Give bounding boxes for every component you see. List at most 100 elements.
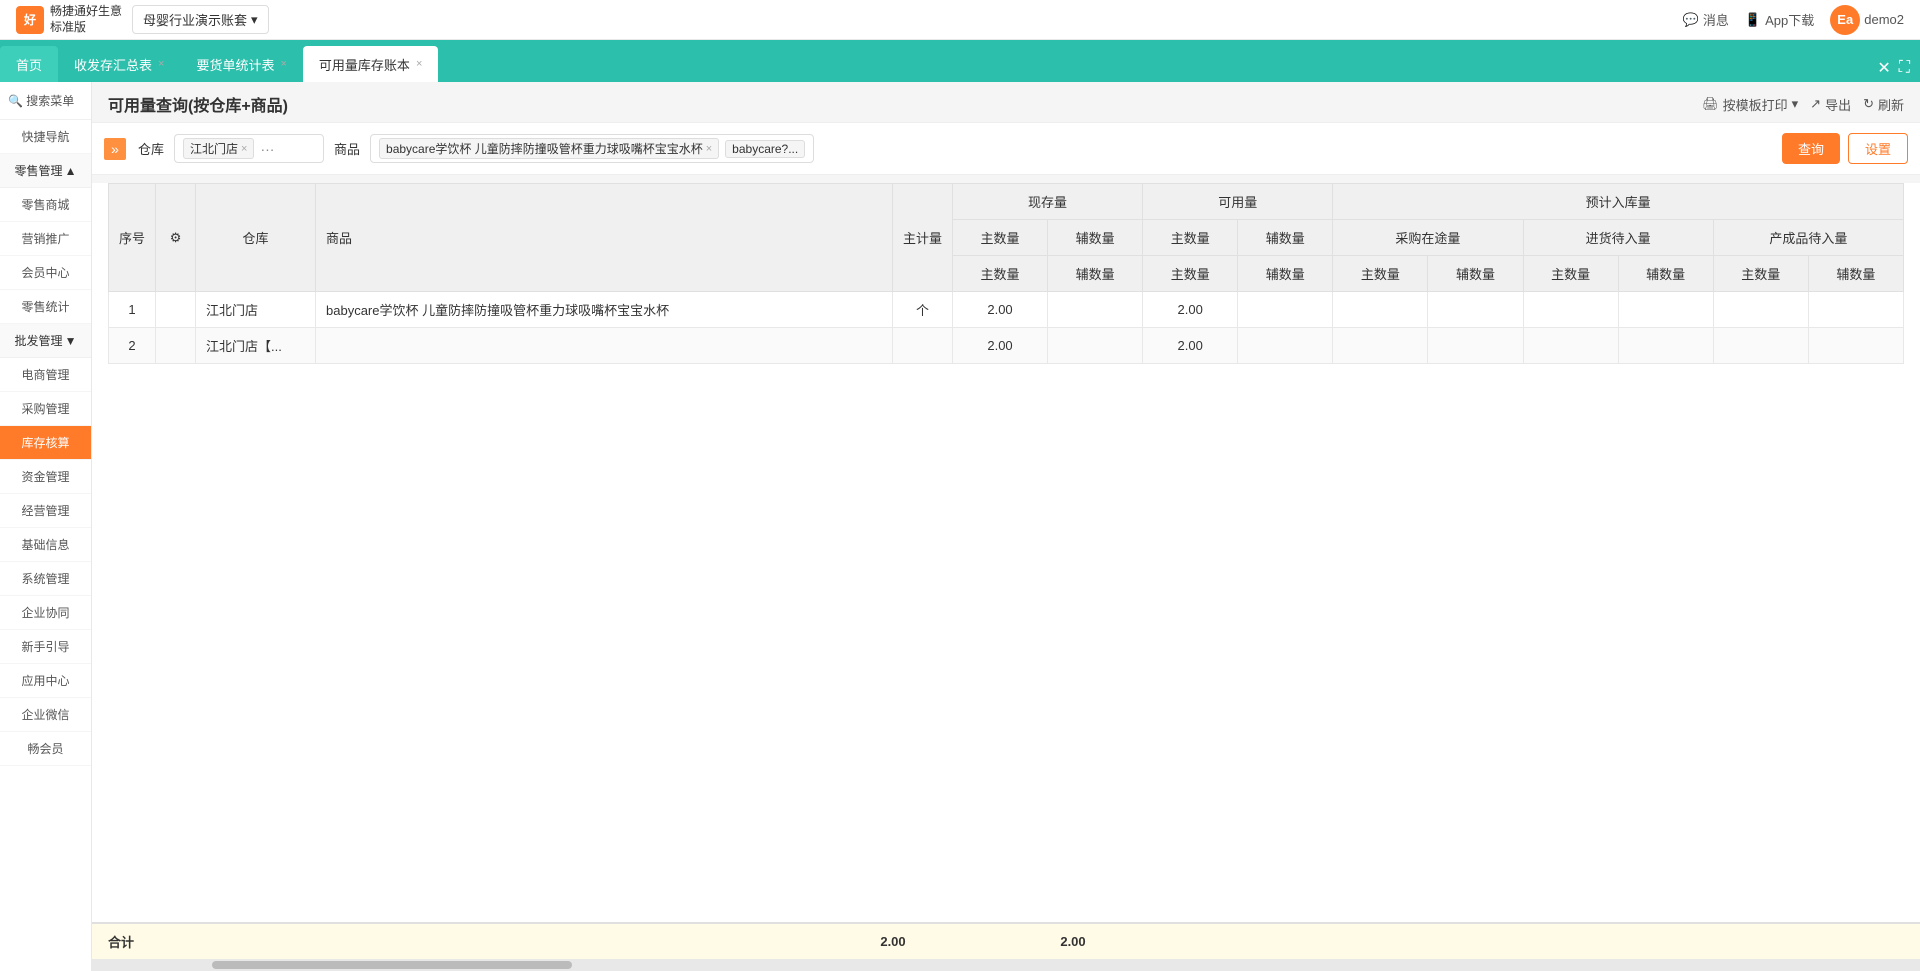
sidebar-item-finance[interactable]: 资金管理	[0, 460, 91, 494]
table-row: 2 江北门店【... 2.00 2.00	[109, 328, 1904, 364]
tab-receive-summary[interactable]: 收发存汇总表 ×	[58, 46, 180, 82]
product-filter-input[interactable]: babycare学饮杯 儿童防摔防撞吸管杯重力球吸嘴杯宝宝水杯 × babyca…	[370, 134, 814, 163]
refresh-btn[interactable]: ↻ 刷新	[1863, 95, 1904, 114]
tab-available-inventory[interactable]: 可用量库存账本 ×	[303, 46, 438, 82]
cell-settings	[156, 328, 196, 364]
th-avail-main: 主数量	[1143, 220, 1238, 256]
sidebar-item-retail-mgmt[interactable]: 零售管理 ▲	[0, 154, 91, 188]
cell-goods-main	[1523, 328, 1618, 364]
sidebar-item-operations[interactable]: 经营管理	[0, 494, 91, 528]
cell-stock-main: 2.00	[952, 328, 1047, 364]
sidebar-item-newcomer[interactable]: 新手引导	[0, 630, 91, 664]
close-tab-available-inventory[interactable]: ×	[416, 58, 422, 70]
sidebar-item-retail-stats[interactable]: 零售统计	[0, 290, 91, 324]
print-btn[interactable]: 🖨 按模板打印 ▾	[1702, 95, 1798, 114]
scrollbar-thumb[interactable]	[212, 961, 572, 969]
top-bar-right: 💬 消息 📱 App下载 Ea demo2	[1683, 5, 1904, 35]
sidebar-item-marketing[interactable]: 营销推广	[0, 222, 91, 256]
th-prod-aux: 辅数量	[1808, 256, 1903, 292]
close-window-icon[interactable]: ✕	[1877, 58, 1890, 78]
cell-settings	[156, 292, 196, 328]
cell-purchase-main	[1333, 328, 1428, 364]
th-settings[interactable]: ⚙	[156, 184, 196, 292]
sidebar-item-enterprise-collab[interactable]: 企业协同	[0, 596, 91, 630]
th-stock-main: 主数量	[952, 220, 1047, 256]
filter-bar: » 仓库 江北门店 × ··· 商品 babycare学饮杯 儿童防摔防撞吸管杯…	[92, 122, 1920, 175]
chevron-up-icon: ▲	[65, 164, 77, 178]
th-goods-main: 主数量	[1523, 256, 1618, 292]
cell-no: 1	[109, 292, 156, 328]
th-goods-in: 进货待入量	[1523, 220, 1713, 256]
sidebar-item-member[interactable]: 畅会员	[0, 732, 91, 766]
th-avail-aux-2: 辅数量	[1238, 256, 1333, 292]
sidebar: 🔍 搜索菜单 快捷导航 零售管理 ▲ 零售商城 营销推广 会员中心 零售统计 批…	[0, 82, 92, 971]
cell-product: babycare学饮杯 儿童防摔防撞吸管杯重力球吸嘴杯宝宝水杯	[316, 292, 893, 328]
remove-warehouse-tag[interactable]: ×	[241, 143, 247, 155]
remove-product-tag-1[interactable]: ×	[706, 143, 712, 155]
close-tab-receive-summary[interactable]: ×	[158, 58, 164, 70]
settings-button[interactable]: 设置	[1848, 133, 1908, 164]
th-avail-main-2: 主数量	[1143, 256, 1238, 292]
cell-avail-main: 2.00	[1143, 292, 1238, 328]
sidebar-item-basic-info[interactable]: 基础信息	[0, 528, 91, 562]
cell-prod-aux	[1808, 292, 1903, 328]
chevron-down-icon: ▾	[251, 12, 258, 28]
expand-filter-btn[interactable]: »	[104, 138, 126, 160]
cell-avail-main: 2.00	[1143, 328, 1238, 364]
sidebar-item-member-center[interactable]: 会员中心	[0, 256, 91, 290]
content-area: 可用量查询(按仓库+商品) 🖨 按模板打印 ▾ ↗ 导出 ↻ 刷新 »	[92, 82, 1920, 971]
sidebar-item-retail-mall[interactable]: 零售商城	[0, 188, 91, 222]
footer-label: 合计	[108, 932, 268, 951]
gear-icon[interactable]: ⚙	[170, 230, 182, 245]
cell-goods-aux	[1618, 292, 1713, 328]
th-available: 可用量	[1143, 184, 1333, 220]
th-unit: 主计量	[892, 184, 952, 292]
cell-warehouse: 江北门店【...	[196, 328, 316, 364]
cell-purchase-main	[1333, 292, 1428, 328]
sidebar-item-enterprise-wechat[interactable]: 企业微信	[0, 698, 91, 732]
table-row: 1 江北门店 babycare学饮杯 儿童防摔防撞吸管杯重力球吸嘴杯宝宝水杯 个…	[109, 292, 1904, 328]
app-download-btn[interactable]: 📱 App下载	[1745, 10, 1814, 29]
nav-tabs-actions: ✕ ⛶	[1877, 58, 1920, 82]
sidebar-item-ecommerce[interactable]: 电商管理	[0, 358, 91, 392]
sidebar-search-btn[interactable]: 🔍 搜索菜单	[0, 82, 91, 120]
th-expected-in: 预计入库量	[1333, 184, 1904, 220]
export-icon: ↗	[1810, 96, 1821, 112]
th-no: 序号	[109, 184, 156, 292]
nav-tabs-bar: 首页 收发存汇总表 × 要货单统计表 × 可用量库存账本 × ✕ ⛶	[0, 40, 1920, 82]
sidebar-item-app-center[interactable]: 应用中心	[0, 664, 91, 698]
refresh-icon: ↻	[1863, 96, 1874, 112]
product-filter-label: 商品	[334, 139, 360, 158]
logo-text: 畅捷通好生意 标准版	[50, 4, 122, 35]
sidebar-item-purchase-mgmt[interactable]: 采购管理	[0, 392, 91, 426]
horizontal-scrollbar[interactable]	[92, 959, 1920, 971]
account-dropdown[interactable]: 母婴行业演示账套 ▾	[132, 5, 269, 34]
query-button[interactable]: 查询	[1782, 133, 1840, 164]
footer-stock-aux	[938, 934, 1028, 949]
warehouse-ellipsis[interactable]: ···	[260, 141, 274, 157]
tab-order-stats[interactable]: 要货单统计表 ×	[180, 46, 302, 82]
tab-home[interactable]: 首页	[0, 46, 58, 82]
user-profile[interactable]: Ea demo2	[1830, 5, 1904, 35]
footer-stock-main: 2.00	[848, 934, 938, 949]
th-purchase-aux: 辅数量	[1428, 256, 1523, 292]
cell-prod-main	[1713, 292, 1808, 328]
th-purchase-in: 采购在途量	[1333, 220, 1523, 256]
th-products-in: 产成品待入量	[1713, 220, 1903, 256]
close-tab-order-stats[interactable]: ×	[280, 58, 286, 70]
filter-actions: 查询 设置	[1782, 133, 1908, 164]
cell-stock-aux	[1048, 328, 1143, 364]
sidebar-item-inventory[interactable]: 库存核算	[0, 426, 91, 460]
logo-icon: 好	[16, 6, 44, 34]
warehouse-filter-input[interactable]: 江北门店 × ···	[174, 134, 324, 163]
sidebar-item-quick-nav[interactable]: 快捷导航	[0, 120, 91, 154]
cell-no: 2	[109, 328, 156, 364]
footer-avail-main: 2.00	[1028, 934, 1118, 949]
sidebar-item-wholesale-mgmt[interactable]: 批发管理 ▼	[0, 324, 91, 358]
cell-purchase-aux	[1428, 328, 1523, 364]
sidebar-item-system-mgmt[interactable]: 系统管理	[0, 562, 91, 596]
message-btn[interactable]: 💬 消息	[1683, 10, 1729, 29]
th-goods-aux: 辅数量	[1618, 256, 1713, 292]
export-btn[interactable]: ↗ 导出	[1810, 95, 1851, 114]
maximize-icon[interactable]: ⛶	[1899, 59, 1910, 77]
